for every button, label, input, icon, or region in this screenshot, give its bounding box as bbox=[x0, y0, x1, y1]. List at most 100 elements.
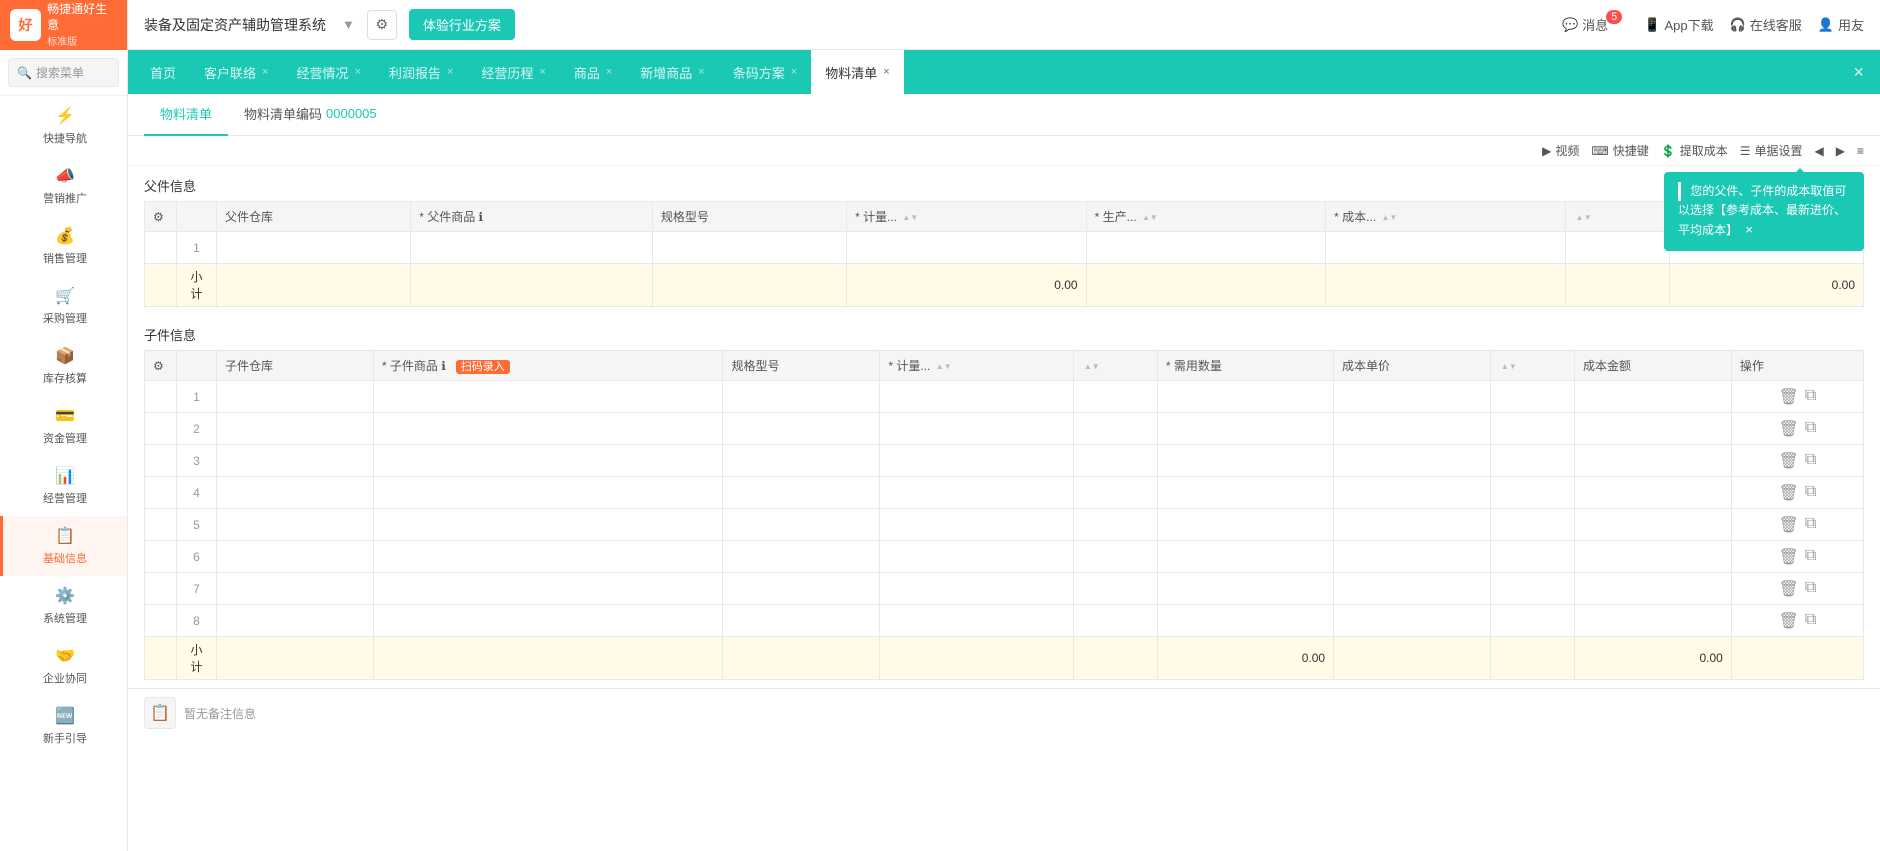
close-all-button[interactable]: × bbox=[1845, 62, 1872, 83]
child-quantity-1[interactable] bbox=[1157, 381, 1333, 413]
child-spec-4[interactable] bbox=[723, 477, 880, 509]
tab-operations-history-close[interactable]: × bbox=[539, 66, 545, 78]
delete-icon-2[interactable]: 🗑 bbox=[1779, 419, 1799, 439]
child-warehouse-6[interactable] bbox=[217, 541, 374, 573]
child-goods-3[interactable] bbox=[373, 445, 723, 477]
single-settings-button[interactable]: ☰ 单据设置 bbox=[1740, 142, 1803, 159]
child-spec-5[interactable] bbox=[723, 509, 880, 541]
child-unit-5[interactable] bbox=[880, 509, 1073, 541]
tab-profit-report-close[interactable]: × bbox=[447, 66, 453, 78]
delete-icon-3[interactable]: 🗑 bbox=[1779, 451, 1799, 471]
child-spec-7[interactable] bbox=[723, 573, 880, 605]
child-unit-cost-5[interactable] bbox=[1334, 509, 1491, 541]
child-unit-cost-7[interactable] bbox=[1334, 573, 1491, 605]
trial-button[interactable]: 体验行业方案 bbox=[409, 9, 515, 40]
parent-goods-1[interactable] bbox=[411, 232, 653, 264]
child-warehouse-7[interactable] bbox=[217, 573, 374, 605]
sidebar-item-enterprise[interactable]: 🤝 企业协同 bbox=[0, 636, 127, 696]
copy-icon-3[interactable]: ⧉ bbox=[1805, 451, 1816, 471]
sidebar-item-guide[interactable]: 🆕 新手引导 bbox=[0, 696, 127, 756]
child-unit-1[interactable] bbox=[880, 381, 1073, 413]
tooltip-close-button[interactable]: × bbox=[1745, 222, 1753, 237]
child-unit-cost-8[interactable] bbox=[1334, 605, 1491, 637]
view-video-button[interactable]: ▶ 视频 bbox=[1542, 142, 1579, 159]
tab-customer-close[interactable]: × bbox=[262, 66, 268, 78]
grid-view-button[interactable]: ≡ bbox=[1857, 144, 1864, 158]
parent-unit-1[interactable] bbox=[847, 232, 1087, 264]
sub-tab-bom-list[interactable]: 物料清单 bbox=[144, 94, 228, 136]
child-warehouse-5[interactable] bbox=[217, 509, 374, 541]
scan-badge[interactable]: 扫码录入 bbox=[456, 360, 510, 374]
child-quantity-7[interactable] bbox=[1157, 573, 1333, 605]
sidebar-item-basic-info[interactable]: 📋 基础信息 bbox=[0, 516, 127, 576]
copy-icon-6[interactable]: ⧉ bbox=[1805, 547, 1816, 567]
child-warehouse-4[interactable] bbox=[217, 477, 374, 509]
child-goods-8[interactable] bbox=[373, 605, 723, 637]
nav-prev-button[interactable]: ◀ bbox=[1815, 144, 1824, 158]
child-goods-7[interactable] bbox=[373, 573, 723, 605]
shortcut-button[interactable]: ⌨ 快捷键 bbox=[1591, 142, 1648, 159]
sidebar-item-marketing[interactable]: 📣 营销推广 bbox=[0, 156, 127, 216]
tab-add-goods-close[interactable]: × bbox=[698, 66, 704, 78]
delete-icon-4[interactable]: 🗑 bbox=[1779, 483, 1799, 503]
tab-home[interactable]: 首页 bbox=[136, 50, 190, 94]
child-quantity-8[interactable] bbox=[1157, 605, 1333, 637]
search-menu-button[interactable]: 🔍 搜索菜单 bbox=[8, 58, 119, 87]
child-quantity-4[interactable] bbox=[1157, 477, 1333, 509]
child-quantity-6[interactable] bbox=[1157, 541, 1333, 573]
parent-production-1[interactable] bbox=[1086, 232, 1326, 264]
child-quantity-5[interactable] bbox=[1157, 509, 1333, 541]
tab-bom-close[interactable]: × bbox=[883, 66, 889, 78]
copy-icon-5[interactable]: ⧉ bbox=[1805, 515, 1816, 535]
nav-next-button[interactable]: ▶ bbox=[1836, 144, 1845, 158]
child-goods-4[interactable] bbox=[373, 477, 723, 509]
parent-cost-1[interactable] bbox=[1326, 232, 1566, 264]
copy-icon-1[interactable]: ⧉ bbox=[1805, 387, 1816, 407]
child-spec-8[interactable] bbox=[723, 605, 880, 637]
child-unit-cost-4[interactable] bbox=[1334, 477, 1491, 509]
sub-tab-bom-code[interactable]: 物料清单编码 0000005 bbox=[228, 94, 393, 136]
tab-profit-report[interactable]: 利润报告 × bbox=[375, 50, 467, 94]
sidebar-item-operations[interactable]: 📊 经营管理 bbox=[0, 456, 127, 516]
user-button[interactable]: 👤 用友 bbox=[1818, 15, 1864, 34]
parent-spec-1[interactable] bbox=[652, 232, 846, 264]
tab-customer[interactable]: 客户联络 × bbox=[190, 50, 282, 94]
sidebar-item-quick-nav[interactable]: ⚡ 快捷导航 bbox=[0, 96, 127, 156]
message-button[interactable]: 💬 消息 5 bbox=[1562, 15, 1628, 34]
child-spec-6[interactable] bbox=[723, 541, 880, 573]
child-unit-cost-1[interactable] bbox=[1334, 381, 1491, 413]
child-col-settings[interactable]: ⚙ bbox=[145, 351, 177, 381]
sidebar-item-finance[interactable]: 💳 资金管理 bbox=[0, 396, 127, 456]
child-unit-4[interactable] bbox=[880, 477, 1073, 509]
child-unit-3[interactable] bbox=[880, 445, 1073, 477]
parent-col-settings[interactable]: ⚙ bbox=[145, 202, 177, 232]
child-warehouse-1[interactable] bbox=[217, 381, 374, 413]
delete-icon-1[interactable]: 🗑 bbox=[1779, 387, 1799, 407]
sidebar-item-inventory[interactable]: 📦 库存核算 bbox=[0, 336, 127, 396]
copy-icon-8[interactable]: ⧉ bbox=[1805, 611, 1816, 631]
child-warehouse-8[interactable] bbox=[217, 605, 374, 637]
gear-button[interactable]: ⚙ bbox=[367, 10, 397, 40]
tab-goods[interactable]: 商品 × bbox=[560, 50, 626, 94]
sidebar-item-system[interactable]: ⚙️ 系统管理 bbox=[0, 576, 127, 636]
child-goods-2[interactable] bbox=[373, 413, 723, 445]
sidebar-item-purchase[interactable]: 🛒 采购管理 bbox=[0, 276, 127, 336]
child-warehouse-3[interactable] bbox=[217, 445, 374, 477]
child-quantity-2[interactable] bbox=[1157, 413, 1333, 445]
app-download-button[interactable]: 📱 App下载 bbox=[1644, 15, 1713, 34]
tab-goods-close[interactable]: × bbox=[606, 66, 612, 78]
extract-cost-button[interactable]: 💲 提取成本 bbox=[1661, 142, 1728, 159]
copy-icon-4[interactable]: ⧉ bbox=[1805, 483, 1816, 503]
child-unit-cost-6[interactable] bbox=[1334, 541, 1491, 573]
tab-operations-status[interactable]: 经营情况 × bbox=[282, 50, 374, 94]
tab-bom[interactable]: 物料清单 × bbox=[811, 50, 903, 94]
tab-barcode-close[interactable]: × bbox=[791, 66, 797, 78]
delete-icon-8[interactable]: 🗑 bbox=[1779, 611, 1799, 631]
parent-warehouse-1[interactable] bbox=[217, 232, 411, 264]
tab-barcode[interactable]: 条码方案 × bbox=[719, 50, 811, 94]
child-unit-8[interactable] bbox=[880, 605, 1073, 637]
child-goods-5[interactable] bbox=[373, 509, 723, 541]
copy-icon-2[interactable]: ⧉ bbox=[1805, 419, 1816, 439]
child-unit-6[interactable] bbox=[880, 541, 1073, 573]
child-spec-3[interactable] bbox=[723, 445, 880, 477]
